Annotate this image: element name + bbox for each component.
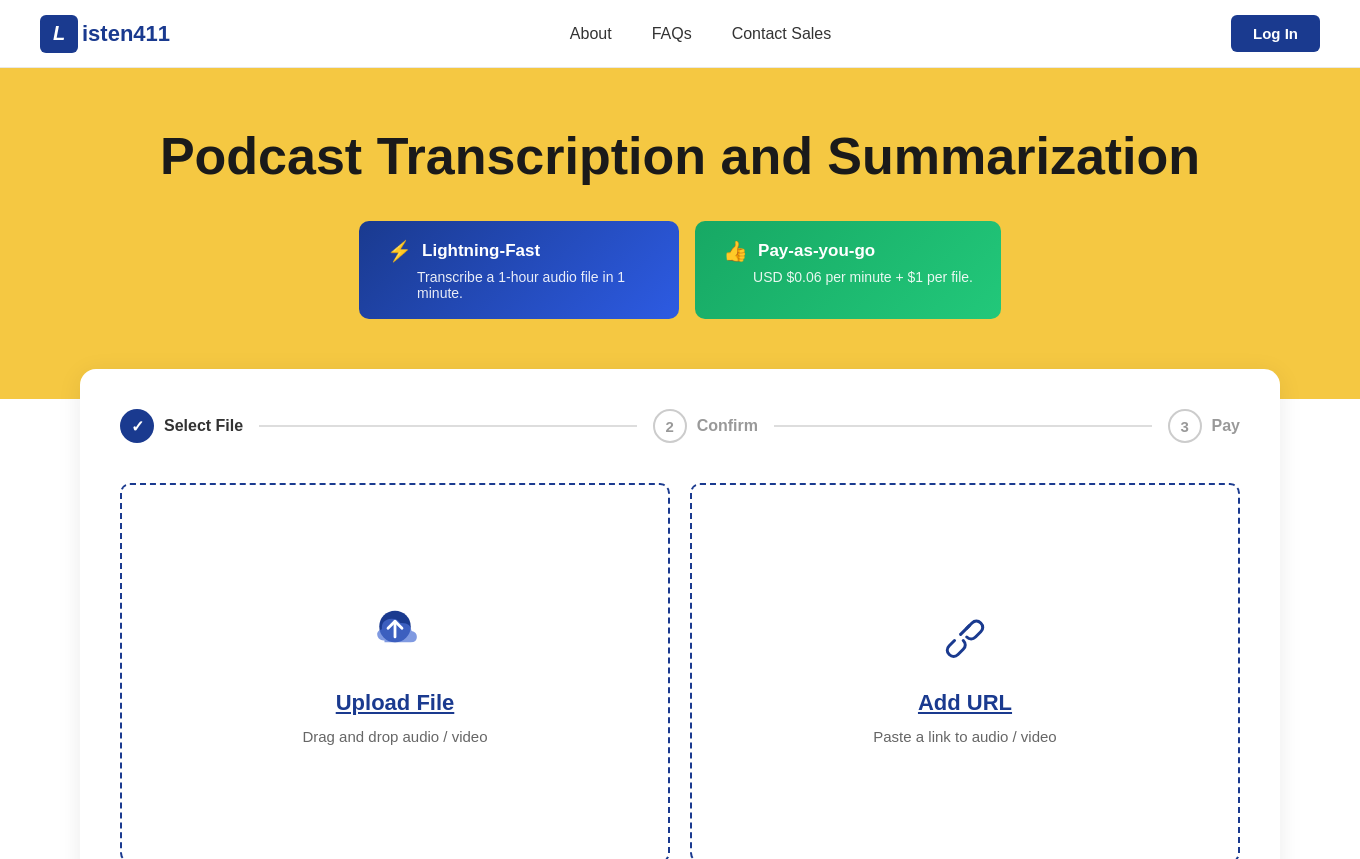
nav-contact-sales[interactable]: Contact Sales <box>732 25 832 43</box>
feature-card-payasyougo: 👍 Pay-as-you-go USD $0.06 per minute + $… <box>695 221 1001 319</box>
feature-cards: ⚡ Lightning-Fast Transcribe a 1-hour aud… <box>40 221 1320 319</box>
logo[interactable]: L isten411 <box>40 15 170 53</box>
nav-links: About FAQs Contact Sales <box>570 25 831 43</box>
add-url-subtitle: Paste a link to audio / video <box>873 728 1056 745</box>
step-pay: 3 Pay <box>1168 409 1240 443</box>
hero-section: Podcast Transcription and Summarization … <box>0 68 1360 399</box>
card-sub-lightning: Transcribe a 1-hour audio file in 1 minu… <box>387 269 651 301</box>
logo-box: L <box>40 15 78 53</box>
step-circle-pay: 3 <box>1168 409 1202 443</box>
upload-file-zone[interactable]: Upload File Drag and drop audio / video <box>120 483 670 859</box>
login-button[interactable]: Log In <box>1231 15 1320 52</box>
steps-indicator: ✓ Select File 2 Confirm 3 Pay <box>120 409 1240 443</box>
nav-faqs[interactable]: FAQs <box>652 25 692 43</box>
add-url-zone[interactable]: Add URL Paste a link to audio / video <box>690 483 1240 859</box>
logo-letter: L <box>53 22 65 45</box>
step-circle-select: ✓ <box>120 409 154 443</box>
step-label-confirm: Confirm <box>697 417 758 435</box>
step-label-select: Select File <box>164 417 243 435</box>
logo-name-text: isten411 <box>82 21 170 46</box>
upload-grid: Upload File Drag and drop audio / video … <box>120 483 1240 859</box>
hero-headline: Podcast Transcription and Summarization <box>40 128 1320 185</box>
navbar: L isten411 About FAQs Contact Sales Log … <box>0 0 1360 68</box>
logo-text: isten411 <box>82 21 170 47</box>
card-sub-payasyougo: USD $0.06 per minute + $1 per file. <box>723 269 973 285</box>
step-line-2 <box>774 425 1152 427</box>
main-card: ✓ Select File 2 Confirm 3 Pay <box>80 369 1280 859</box>
card-header-lightning: ⚡ Lightning-Fast <box>387 239 651 263</box>
card-title-payasyougo: Pay-as-you-go <box>758 241 875 261</box>
step-confirm: 2 Confirm <box>653 409 758 443</box>
link-icon <box>937 602 993 670</box>
cloud-upload-icon <box>367 602 423 670</box>
card-header-payasyougo: 👍 Pay-as-you-go <box>723 239 973 263</box>
add-url-title: Add URL <box>918 690 1012 716</box>
upload-file-title: Upload File <box>336 690 455 716</box>
step-line-1 <box>259 425 637 427</box>
upload-file-subtitle: Drag and drop audio / video <box>302 728 487 745</box>
step-select-file: ✓ Select File <box>120 409 243 443</box>
step-label-pay: Pay <box>1212 417 1240 435</box>
card-title-lightning: Lightning-Fast <box>422 241 540 261</box>
feature-card-lightning: ⚡ Lightning-Fast Transcribe a 1-hour aud… <box>359 221 679 319</box>
step-circle-confirm: 2 <box>653 409 687 443</box>
nav-about[interactable]: About <box>570 25 612 43</box>
thumbsup-icon: 👍 <box>723 239 748 263</box>
lightning-icon: ⚡ <box>387 239 412 263</box>
